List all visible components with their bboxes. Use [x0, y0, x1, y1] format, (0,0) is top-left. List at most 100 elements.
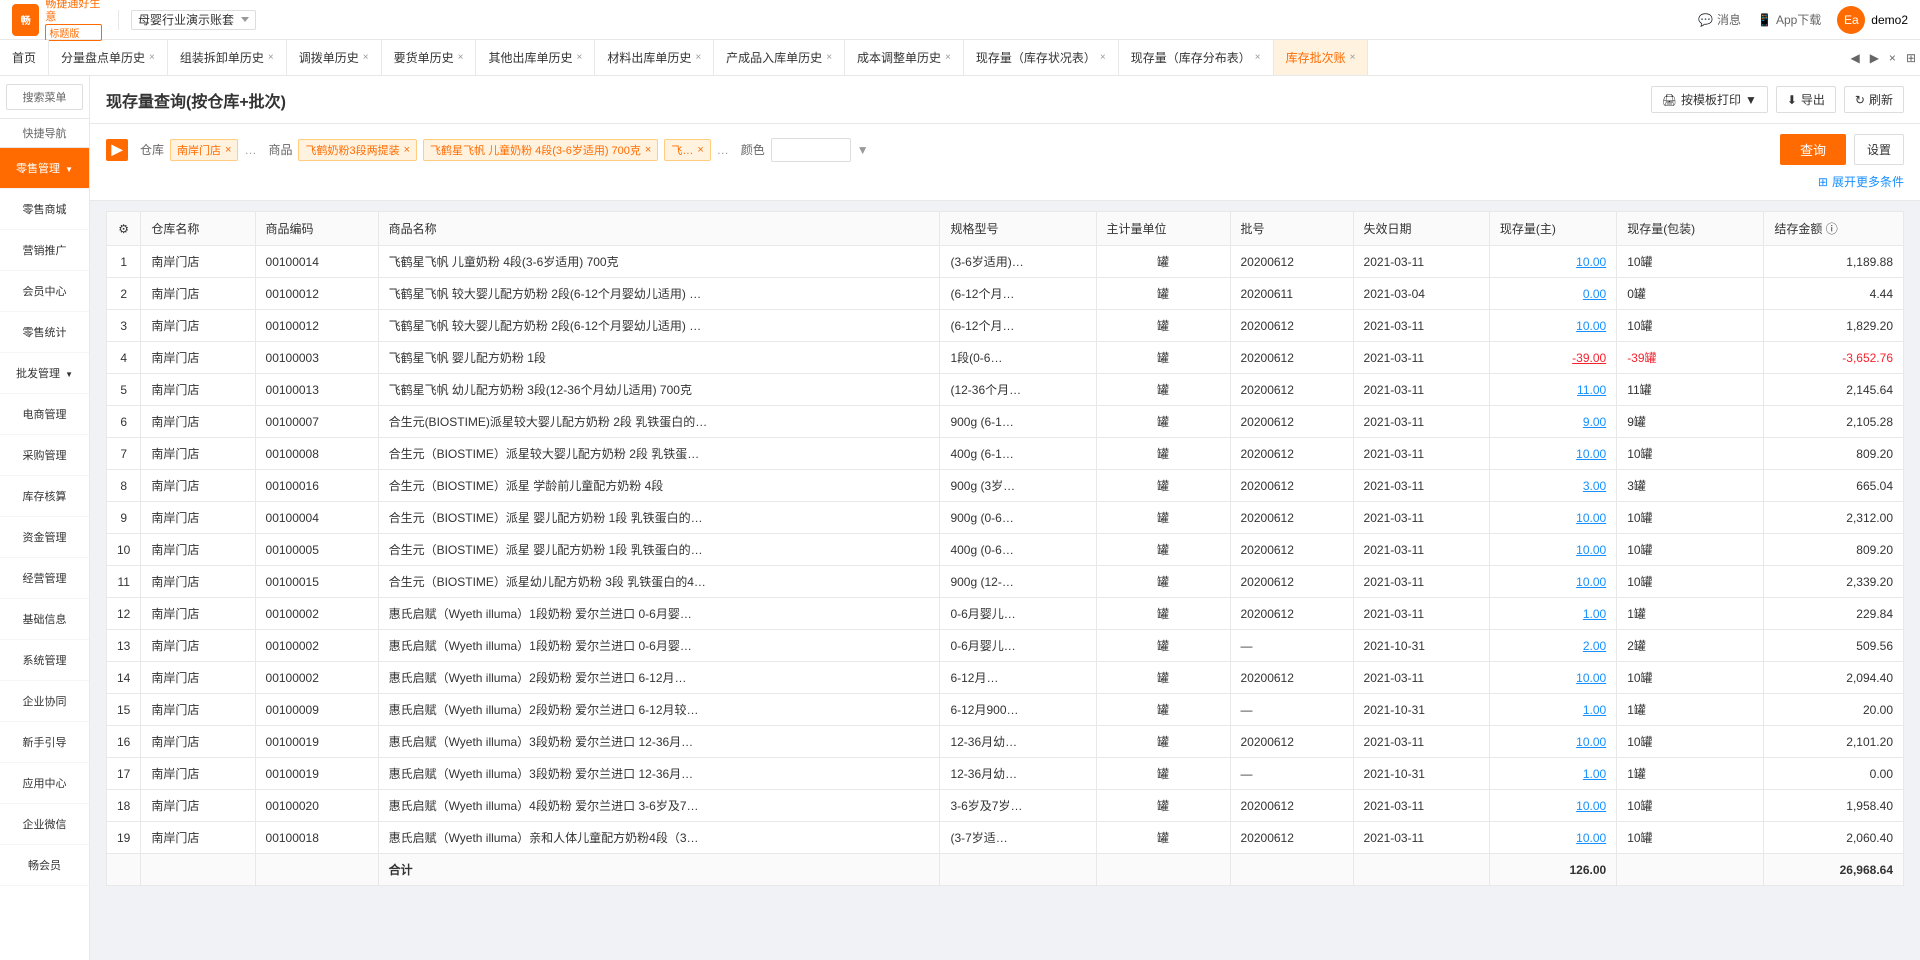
sidebar-item-system[interactable]: 系统管理: [0, 640, 89, 681]
filter-toggle-btn[interactable]: ▶: [106, 139, 128, 161]
tab-close-icon[interactable]: ×: [945, 52, 951, 63]
tab-close-icon[interactable]: ×: [268, 52, 274, 63]
quick-nav-btn[interactable]: 快捷导航: [0, 119, 89, 148]
tab-prev-btn[interactable]: ◀: [1846, 51, 1863, 65]
tab-close-icon[interactable]: ×: [576, 52, 582, 63]
sidebar-item-basic-info[interactable]: 基础信息: [0, 599, 89, 640]
tab-close-icon[interactable]: ×: [826, 52, 832, 63]
tab-yaohuo[interactable]: 要货单历史 ×: [382, 40, 477, 76]
tab-home[interactable]: 首页: [0, 40, 49, 76]
product-label: 商品: [268, 141, 292, 158]
color-dropdown-btn[interactable]: ▼: [857, 143, 869, 157]
message-icon: 💬: [1698, 13, 1713, 27]
tab-kucun-active[interactable]: 库存批次账 ×: [1274, 40, 1369, 76]
row-qty-pkg: 10罐: [1617, 246, 1764, 278]
settings-btn[interactable]: 设置: [1854, 134, 1904, 165]
row-amount: 1,189.88: [1764, 246, 1904, 278]
export-btn[interactable]: ⬇ 导出: [1776, 86, 1836, 113]
tab-close-icon[interactable]: ×: [363, 52, 369, 63]
tab-xiancun1[interactable]: 现存量（库存状况表） ×: [964, 40, 1119, 76]
tab-qitachu[interactable]: 其他出库单历史 ×: [476, 40, 595, 76]
tab-next-btn[interactable]: ▶: [1866, 51, 1883, 65]
row-batch: 20200612: [1230, 662, 1353, 694]
row-qty-main: 1.00: [1489, 598, 1616, 630]
row-qty-main: 10.00: [1489, 246, 1616, 278]
tab-close-icon[interactable]: ×: [695, 52, 701, 63]
product-more-btn[interactable]: …: [717, 143, 729, 157]
warehouse-more-btn[interactable]: …: [244, 143, 256, 157]
row-code: 00100005: [255, 534, 378, 566]
sidebar-item-wechat[interactable]: 企业微信: [0, 804, 89, 845]
row-amount: -3,652.76: [1764, 342, 1904, 374]
product-tag-3[interactable]: 飞… ×: [664, 139, 710, 161]
remove-product-tag1-btn[interactable]: ×: [404, 144, 410, 156]
breadcrumb-select[interactable]: 母婴行业演示账套: [131, 10, 256, 30]
sidebar-item-purchase[interactable]: 采购管理: [0, 435, 89, 476]
sidebar-item-retail-mgmt[interactable]: 零售管理 ▼: [0, 148, 89, 189]
tab-chengben[interactable]: 成本调整单历史 ×: [845, 40, 964, 76]
tab-close-all-btn[interactable]: ×: [1885, 51, 1900, 65]
filter-area: ▶ 仓库 南岸门店 × … 商品 飞鹤奶粉3段两提装 ×: [90, 124, 1920, 201]
tab-nav-right: ◀ ▶ × ⊞: [1846, 51, 1920, 65]
row-qty-main: 10.00: [1489, 790, 1616, 822]
color-input[interactable]: [771, 138, 851, 162]
query-btn[interactable]: 查询: [1780, 134, 1846, 165]
color-filter: 颜色 ▼: [741, 138, 869, 162]
tab-cailiao[interactable]: 材料出库单历史 ×: [595, 40, 714, 76]
template-print-btn[interactable]: 🖨 按模板打印 ▼: [1651, 86, 1768, 113]
row-amount: 509.56: [1764, 630, 1904, 662]
search-menu-btn[interactable]: 搜索菜单: [6, 84, 83, 110]
row-warehouse: 南岸门店: [141, 758, 255, 790]
remove-product-tag3-btn[interactable]: ×: [697, 144, 703, 156]
sidebar-item-app-center[interactable]: 应用中心: [0, 763, 89, 804]
row-expire: 2021-03-11: [1353, 822, 1489, 854]
sidebar-item-member2[interactable]: 畅会员: [0, 845, 89, 886]
table-row: 10 南岸门店 00100005 合生元（BIOSTIME）派星 婴儿配方奶粉 …: [107, 534, 1904, 566]
user-info[interactable]: Ea demo2: [1837, 6, 1908, 34]
tab-zuzhuang[interactable]: 组装拆卸单历史 ×: [168, 40, 287, 76]
sidebar-item-ecommerce[interactable]: 电商管理: [0, 394, 89, 435]
refresh-icon: ↻: [1855, 93, 1865, 107]
more-conditions-row: ⊞ 展开更多条件: [106, 173, 1904, 190]
row-expire: 2021-03-11: [1353, 534, 1489, 566]
tab-close-icon[interactable]: ×: [149, 52, 155, 63]
tab-xiancun2[interactable]: 现存量（库存分布表） ×: [1119, 40, 1274, 76]
tab-diaob[interactable]: 调拨单历史 ×: [287, 40, 382, 76]
row-warehouse: 南岸门店: [141, 566, 255, 598]
sidebar-item-retail-store[interactable]: 零售商城: [0, 189, 89, 230]
warehouse-tag-nananmen[interactable]: 南岸门店 ×: [170, 139, 238, 161]
tab-fenpan[interactable]: 分量盘点单历史 ×: [49, 40, 168, 76]
tab-close-icon[interactable]: ×: [1255, 52, 1261, 63]
sidebar-item-finance[interactable]: 资金管理: [0, 517, 89, 558]
tab-close-icon[interactable]: ×: [458, 52, 464, 63]
sidebar-item-newbie[interactable]: 新手引导: [0, 722, 89, 763]
product-tag-2[interactable]: 飞鹤星飞帆 儿童奶粉 4段(3-6岁适用) 700克 ×: [423, 139, 658, 161]
col-settings[interactable]: ⚙: [107, 212, 141, 246]
row-no: 5: [107, 374, 141, 406]
sidebar-item-retail-stats[interactable]: 零售统计: [0, 312, 89, 353]
product-tag-1[interactable]: 飞鹤奶粉3段两提装 ×: [298, 139, 417, 161]
app-download-btn[interactable]: 📱 App下载: [1757, 11, 1821, 28]
remove-product-tag2-btn[interactable]: ×: [645, 144, 651, 156]
row-no: 18: [107, 790, 141, 822]
row-name: 惠氏启赋（Wyeth illuma）4段奶粉 爱尔兰进口 3-6岁及7…: [378, 790, 940, 822]
sidebar-item-inventory[interactable]: 库存核算: [0, 476, 89, 517]
expand-icon: ▼: [65, 165, 73, 174]
sidebar-item-member[interactable]: 会员中心: [0, 271, 89, 312]
tab-menu-btn[interactable]: ⊞: [1902, 51, 1920, 65]
more-conditions-btn[interactable]: ⊞ 展开更多条件: [1818, 173, 1904, 190]
tab-close-icon[interactable]: ×: [1100, 52, 1106, 63]
message-btn[interactable]: 💬 消息: [1698, 11, 1741, 28]
sidebar-item-marketing[interactable]: 营销推广: [0, 230, 89, 271]
sidebar-item-operations[interactable]: 经营管理: [0, 558, 89, 599]
tab-close-active-icon[interactable]: ×: [1350, 52, 1356, 63]
tab-chancheng[interactable]: 产成品入库单历史 ×: [714, 40, 845, 76]
row-unit: 罐: [1096, 470, 1230, 502]
row-unit: 罐: [1096, 566, 1230, 598]
sidebar-item-enterprise[interactable]: 企业协同: [0, 681, 89, 722]
sidebar-item-wholesale[interactable]: 批发管理 ▼: [0, 353, 89, 394]
refresh-btn[interactable]: ↻ 刷新: [1844, 86, 1904, 113]
row-expire: 2021-03-11: [1353, 438, 1489, 470]
page-header: 现存量查询(按仓库+批次) 🖨 按模板打印 ▼ ⬇ 导出 ↻ 刷新: [90, 76, 1920, 124]
remove-warehouse-tag-btn[interactable]: ×: [225, 144, 231, 156]
